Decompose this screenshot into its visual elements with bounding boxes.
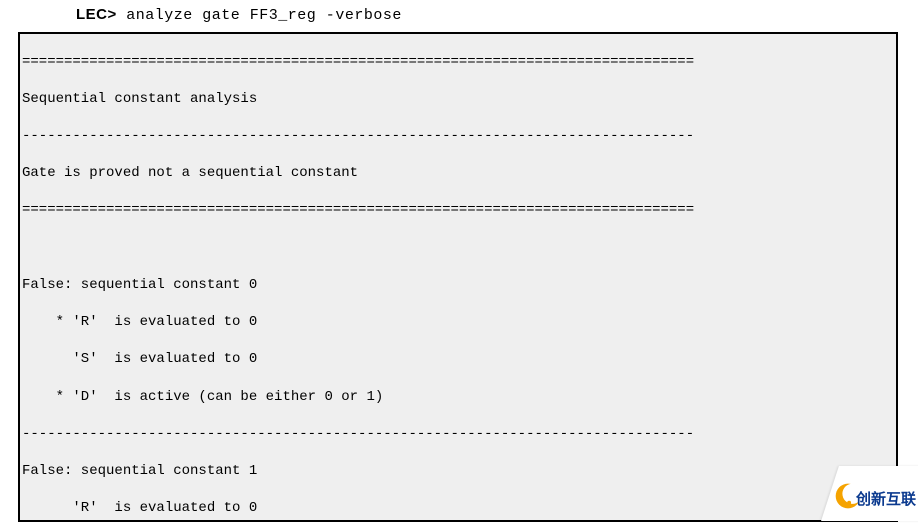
rule-eq: ========================================… bbox=[22, 201, 894, 220]
false-seq-const-1-title: False: sequential constant 1 bbox=[22, 462, 894, 481]
rule-dash: ----------------------------------------… bbox=[22, 127, 894, 146]
false-seq-const-0-s: 'S' is evaluated to 0 bbox=[22, 350, 894, 369]
prompt-label: LEC> bbox=[76, 6, 117, 23]
false-seq-const-1-r: 'R' is evaluated to 0 bbox=[22, 499, 894, 518]
rule-eq: ========================================… bbox=[22, 53, 894, 72]
false-seq-const-0-d: * 'D' is active (can be either 0 or 1) bbox=[22, 388, 894, 407]
false-seq-const-0-title: False: sequential constant 0 bbox=[22, 276, 894, 295]
blank-line bbox=[22, 239, 894, 258]
section-result: Gate is proved not a sequential constant bbox=[22, 164, 894, 183]
section-header: Sequential constant analysis bbox=[22, 90, 894, 109]
rule-dash: ----------------------------------------… bbox=[22, 425, 894, 444]
terminal-output: ========================================… bbox=[18, 32, 898, 522]
entered-command: analyze gate FF3_reg -verbose bbox=[126, 7, 402, 24]
command-prompt-line: LEC> analyze gate FF3_reg -verbose bbox=[0, 0, 918, 32]
false-seq-const-0-r: * 'R' is evaluated to 0 bbox=[22, 313, 894, 332]
